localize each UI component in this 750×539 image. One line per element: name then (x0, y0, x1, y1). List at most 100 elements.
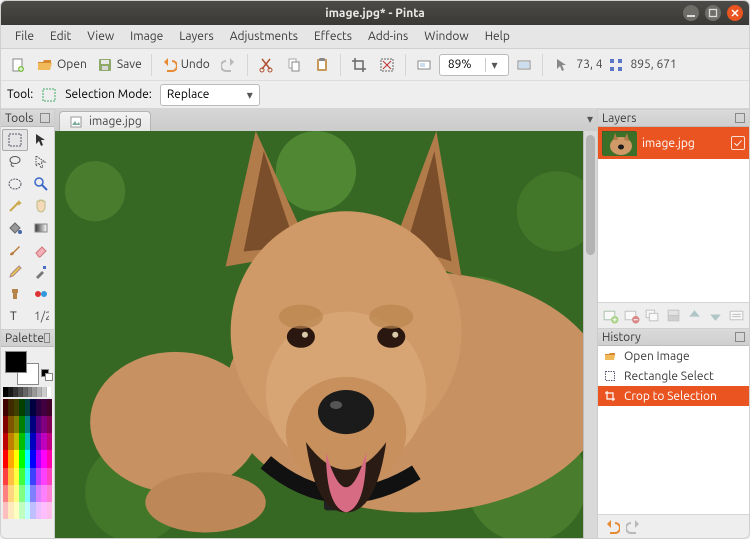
selection-mode-label: Selection Mode: (65, 88, 152, 101)
history-item-label: Crop to Selection (624, 390, 717, 403)
selection-mode-value: Replace (167, 88, 210, 101)
tool-recolor[interactable] (28, 283, 54, 305)
copy-icon (286, 57, 302, 73)
menu-layers[interactable]: Layers (171, 27, 221, 46)
color-swatches[interactable] (3, 349, 52, 385)
tool-zoom[interactable] (28, 173, 54, 195)
history-item[interactable]: Rectangle Select (598, 366, 749, 386)
tool-magic-wand[interactable] (2, 195, 28, 217)
cut-button[interactable] (253, 52, 279, 78)
menu-addins[interactable]: Add-ins (360, 27, 416, 46)
tool-shapes[interactable]: 1/2 (28, 305, 54, 327)
paste-icon (314, 57, 330, 73)
tools-panel-title: Tools (5, 112, 34, 125)
zoom-combo[interactable]: 89% ▾ (439, 54, 510, 76)
menu-adjustments[interactable]: Adjustments (222, 27, 306, 46)
menu-edit[interactable]: Edit (42, 27, 79, 46)
tool-brush[interactable] (2, 239, 28, 261)
tool-bucket[interactable] (2, 217, 28, 239)
image-size: 895, 671 (630, 58, 676, 71)
hue-grid[interactable] (3, 399, 52, 519)
main-toolbar: Open Save Undo (1, 49, 749, 81)
history-item[interactable]: Crop to Selection (598, 386, 749, 406)
open-button[interactable]: Open (33, 52, 91, 78)
minimize-button[interactable] (683, 5, 699, 21)
deselect-button[interactable] (374, 52, 400, 78)
menu-window[interactable]: Window (416, 27, 476, 46)
tool-gradient[interactable] (28, 217, 54, 239)
titlebar: image.jpg* - Pinta (1, 1, 749, 25)
tool-lasso[interactable] (2, 151, 28, 173)
copy-button[interactable] (281, 52, 307, 78)
new-file-button[interactable] (5, 52, 31, 78)
tool-ellipse-select[interactable] (2, 173, 28, 195)
main-area: Tools T 1/2 (1, 109, 749, 538)
zoom-icon (33, 176, 49, 192)
scrollbar-thumb[interactable] (586, 135, 595, 255)
layers-panel-title: Layers (602, 112, 636, 125)
menu-effects[interactable]: Effects (306, 27, 360, 46)
tools-panel-header[interactable]: Tools (1, 109, 54, 127)
undo-button[interactable]: Undo (157, 52, 214, 78)
layer-properties-button[interactable] (728, 306, 745, 326)
window-title: image.jpg* - Pinta (1, 7, 749, 20)
cursor-pos: 73, 4 (576, 58, 602, 71)
tool-move[interactable] (28, 129, 54, 151)
menu-view[interactable]: View (79, 27, 122, 46)
palette-panel-header[interactable]: Palette (1, 329, 54, 347)
layers-list: image.jpg ✓ (598, 127, 749, 302)
gray-row[interactable] (3, 387, 52, 397)
close-button[interactable] (727, 5, 743, 21)
crop-button[interactable] (346, 52, 372, 78)
tool-clone[interactable] (2, 283, 28, 305)
ellipse-select-icon (7, 176, 23, 192)
foreground-color-swatch[interactable] (5, 351, 27, 373)
zoom-out-button[interactable] (411, 52, 437, 78)
chevron-down-icon: ▾ (247, 88, 253, 102)
tab-overflow-icon[interactable]: ▾ (587, 112, 593, 126)
save-button[interactable]: Save (93, 52, 146, 78)
redo-icon[interactable] (626, 519, 642, 535)
status-readout: 73, 4 895, 671 (554, 57, 676, 73)
move-selection-icon (33, 154, 49, 170)
bucket-icon (7, 220, 23, 236)
layer-thumbnail (602, 131, 636, 155)
tool-pencil[interactable] (2, 261, 28, 283)
zoom-in-icon (516, 57, 532, 73)
menu-image[interactable]: Image (122, 27, 171, 46)
paste-button[interactable] (309, 52, 335, 78)
layer-row[interactable]: image.jpg ✓ (598, 127, 749, 159)
move-layer-down-button[interactable] (707, 306, 724, 326)
vertical-scrollbar[interactable] (583, 131, 597, 538)
duplicate-layer-button[interactable] (644, 306, 661, 326)
tool-text[interactable]: T (2, 305, 28, 327)
tool-rect-select[interactable] (2, 129, 28, 151)
open-label: Open (57, 58, 87, 71)
undo-icon[interactable] (604, 519, 620, 535)
merge-layer-button[interactable] (665, 306, 682, 326)
history-item[interactable]: Open Image (598, 346, 749, 366)
document-tab[interactable]: image.jpg (59, 111, 151, 131)
folder-icon (602, 348, 618, 364)
selection-mode-combo[interactable]: Replace ▾ (160, 84, 260, 106)
zoom-in-button[interactable] (511, 52, 537, 78)
new-file-icon (10, 57, 26, 73)
menu-help[interactable]: Help (477, 27, 518, 46)
layers-panel-header[interactable]: Layers (598, 109, 749, 127)
move-layer-up-button[interactable] (686, 306, 703, 326)
history-panel-header[interactable]: History (598, 328, 749, 346)
tool-pan[interactable] (28, 195, 54, 217)
layer-name: image.jpg (642, 137, 725, 150)
add-layer-button[interactable] (602, 306, 619, 326)
image-content (55, 131, 597, 538)
menu-file[interactable]: File (7, 27, 42, 46)
layer-visible-checkbox[interactable]: ✓ (731, 136, 745, 150)
canvas[interactable] (55, 131, 597, 538)
tool-eraser[interactable] (28, 239, 54, 261)
delete-layer-button[interactable] (623, 306, 640, 326)
tool-move-selection[interactable] (28, 151, 54, 173)
redo-button[interactable] (216, 52, 242, 78)
tool-color-picker[interactable] (28, 261, 54, 283)
swap-colors-icon[interactable] (41, 369, 53, 381)
maximize-button[interactable] (705, 5, 721, 21)
